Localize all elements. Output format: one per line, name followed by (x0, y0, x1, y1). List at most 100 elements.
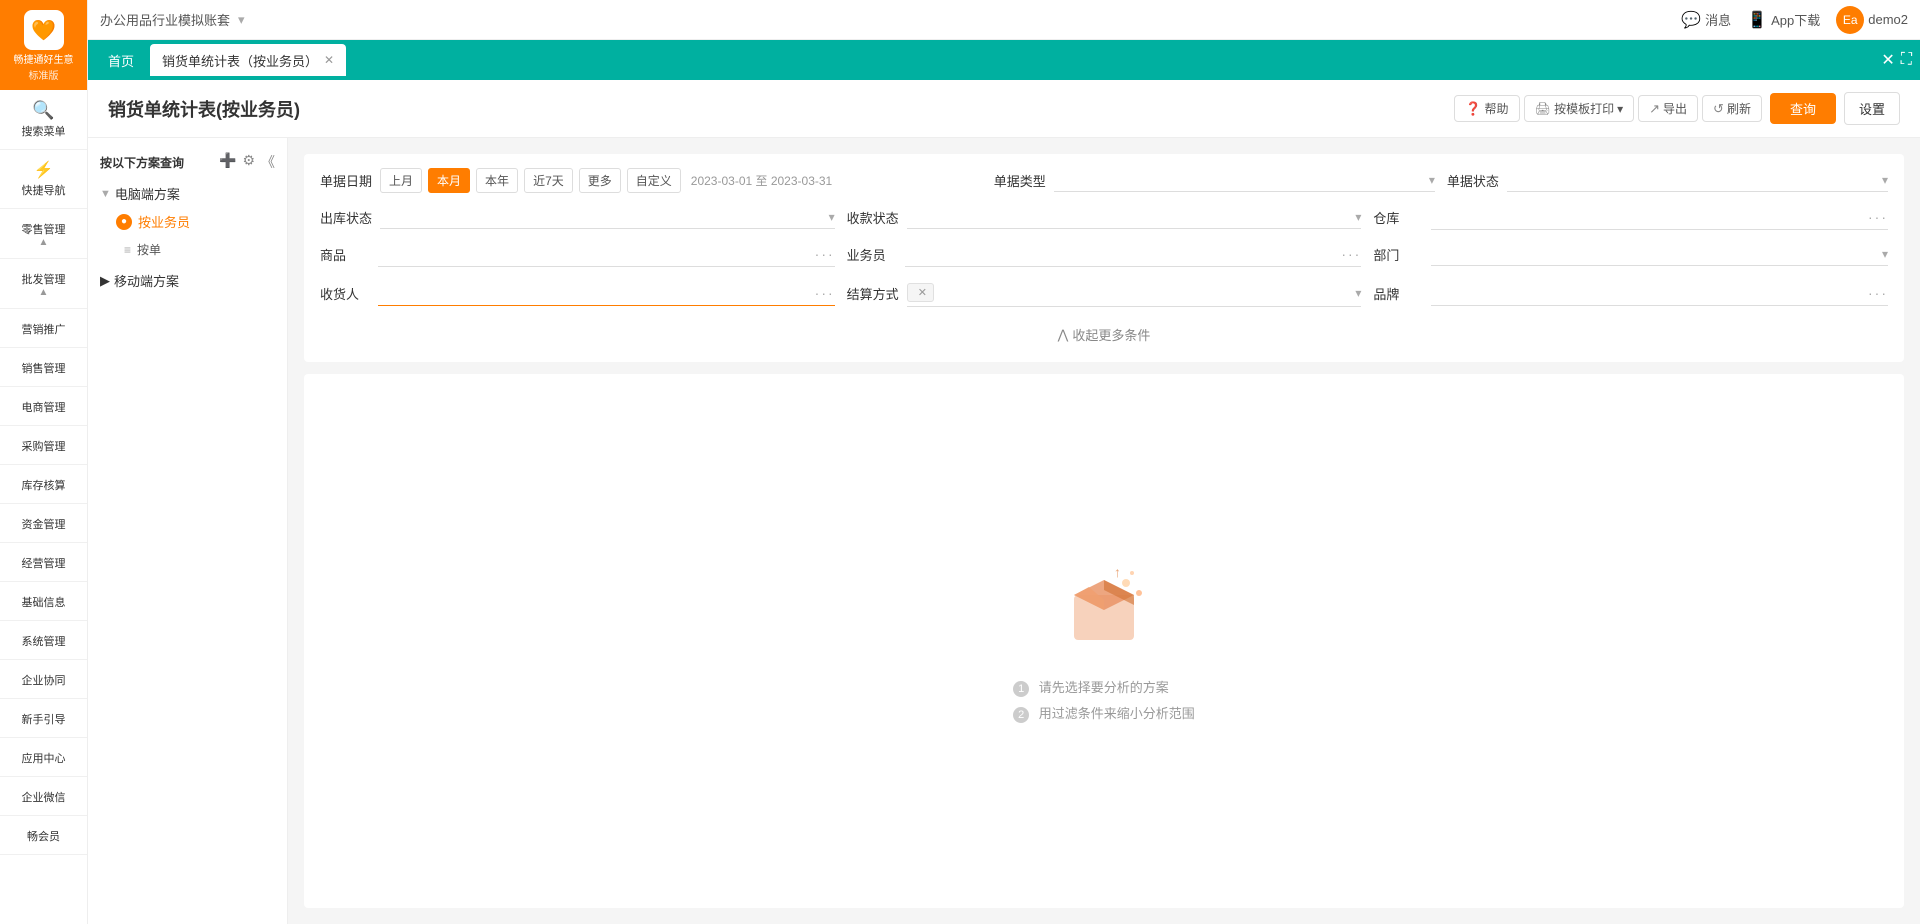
refresh-btn[interactable]: ↺ 刷新 (1702, 95, 1762, 122)
search-icon: 🔍 (32, 100, 54, 121)
scheme-by-order[interactable]: ≡ 按单 (88, 236, 287, 263)
tab-sales-stat[interactable]: 销货单统计表（按业务员） ✕ (150, 44, 346, 76)
doc-type-control[interactable]: ▾ (1054, 169, 1435, 192)
refresh-label: 刷新 (1727, 100, 1751, 117)
close-window-icon[interactable]: ✕ (1881, 50, 1894, 70)
collapse-btn[interactable]: ⋀ 收起更多条件 (320, 319, 1888, 354)
scheme-by-salesperson[interactable]: ● 按业务员 (88, 207, 287, 236)
more-icon: ··· (815, 246, 835, 262)
sidebar-item-ecommerce[interactable]: 电商管理 (0, 387, 87, 426)
salesperson-label: 业务员 (847, 245, 897, 264)
print-btn[interactable]: 🖨 按模板打印 ▾ (1524, 95, 1635, 122)
date-btn-this-year[interactable]: 本年 (476, 168, 518, 193)
filter-area: 单据日期 上月 本月 本年 近7天 更多 自定义 2023-03-01 至 20… (288, 138, 1920, 924)
tab-sales-stat-label: 销货单统计表（按业务员） (162, 51, 318, 70)
maximize-icon[interactable]: ⛶ (1901, 50, 1912, 70)
consignee-control[interactable]: ··· (378, 281, 835, 306)
user-avatar: Ea (1836, 6, 1864, 34)
content: 销货单统计表(按业务员) ❓ 帮助 🖨 按模板打印 ▾ ↗ 导出 (88, 80, 1920, 924)
sidebar-item-retail[interactable]: 零售管理 ▲ (0, 209, 87, 259)
brand-field: 品牌 ··· (1373, 281, 1888, 306)
add-scheme-icon[interactable]: ➕ (219, 152, 236, 172)
sidebar-item-stock[interactable]: 库存核算 (0, 465, 87, 504)
edit-scheme-icon[interactable]: ⚙ (242, 152, 255, 172)
goods-field: 商品 ··· (320, 242, 835, 267)
sidebar-item-collab[interactable]: 企业协同 (0, 660, 87, 699)
brand-control[interactable]: ··· (1431, 281, 1888, 306)
sidebar-item-quicknav[interactable]: ⚡ 快捷导航 (0, 150, 87, 209)
nav-icon: ⚡ (34, 160, 54, 180)
sidebar-item-wholesale[interactable]: 批发管理 ▲ (0, 259, 87, 309)
collapse-panel-icon[interactable]: 《 (261, 152, 275, 172)
nav-label: 快捷导航 (22, 182, 66, 198)
print-label: 按模板打印 (1554, 100, 1614, 117)
message-icon: 💬 (1681, 10, 1701, 30)
tab-expand-actions: ✕ ⛶ (1881, 50, 1912, 70)
page-actions: ❓ 帮助 🖨 按模板打印 ▾ ↗ 导出 ↺ 刷新 (1454, 92, 1900, 137)
doc-type-field: 单据类型 ▾ (994, 169, 1435, 192)
arrow-icon: ▲ (39, 287, 49, 298)
goods-control[interactable]: ··· (378, 242, 835, 267)
sidebar-item-wechat[interactable]: 企业微信 (0, 777, 87, 816)
department-control[interactable]: ▾ (1431, 243, 1888, 266)
warehouse-control[interactable]: ··· (1431, 205, 1888, 230)
pc-group-header[interactable]: ▼ 电脑端方案 (88, 180, 287, 207)
sidebar-item-guide[interactable]: 新手引导 (0, 699, 87, 738)
sidebar-item-basic[interactable]: 基础信息 (0, 582, 87, 621)
doc-status-control[interactable]: ▾ (1507, 169, 1888, 192)
sidebar-item-sales[interactable]: 销售管理 (0, 348, 87, 387)
payment-tag: ✕ (907, 283, 934, 302)
date-btn-last-month[interactable]: 上月 (380, 168, 422, 193)
panel-title: 按以下方案查询 (100, 154, 184, 171)
mobile-group-header[interactable]: ▶ 移动端方案 (88, 267, 287, 294)
sidebar: 🧡 畅捷通好生意 标准版 🔍 搜索菜单 ⚡ 快捷导航 零售管理 ▲ 批发管理 ▲… (0, 0, 88, 924)
page-title: 销货单统计表(按业务员) (108, 96, 300, 134)
date-btn-more[interactable]: 更多 (579, 168, 621, 193)
export-icon: ↗ (1649, 101, 1660, 117)
sidebar-item-system[interactable]: 系统管理 (0, 621, 87, 660)
salesperson-control[interactable]: ··· (905, 242, 1362, 267)
settings-button[interactable]: 设置 (1844, 92, 1900, 125)
logo-icon: 🧡 (24, 10, 64, 50)
scheme-order-label: 按单 (137, 241, 161, 258)
app-download-btn[interactable]: 📱 App下载 (1747, 10, 1820, 30)
out-status-control[interactable]: ▾ (380, 206, 835, 229)
date-btn-this-month[interactable]: 本月 (428, 168, 470, 193)
filter-row-4: 收货人 ··· 结算方式 ✕ (320, 279, 1888, 307)
pc-group-label: 电脑端方案 (115, 184, 180, 203)
sidebar-search[interactable]: 🔍 搜索菜单 (0, 90, 87, 150)
tab-close-icon[interactable]: ✕ (324, 53, 334, 67)
search-button[interactable]: 查询 (1770, 93, 1836, 124)
tab-home[interactable]: 首页 (96, 44, 146, 76)
arrow-icon: ▲ (39, 237, 49, 248)
sidebar-item-operation[interactable]: 经营管理 (0, 543, 87, 582)
tag-close-icon[interactable]: ✕ (918, 286, 927, 299)
topbar: 办公用品行业模拟账套 ▾ 💬 消息 📱 App下载 Ea demo2 (88, 0, 1920, 40)
empty-tip-1: 1 请先选择要分析的方案 (1013, 675, 1195, 701)
date-btn-custom[interactable]: 自定义 (627, 168, 681, 193)
message-btn[interactable]: 💬 消息 (1681, 10, 1731, 30)
dropdown-icon[interactable]: ▾ (238, 12, 245, 28)
sidebar-item-member[interactable]: 畅会员 (0, 816, 87, 855)
download-icon: 📱 (1747, 10, 1767, 30)
print-dropdown-icon[interactable]: ▾ (1617, 102, 1623, 116)
sidebar-item-appstore[interactable]: 应用中心 (0, 738, 87, 777)
payment-control[interactable]: ✕ ▾ (907, 279, 1362, 307)
left-panel: 按以下方案查询 ➕ ⚙ 《 ▼ 电脑端方案 ● 按业务员 (88, 138, 288, 924)
more-icon: ··· (1868, 285, 1888, 301)
user-area[interactable]: Ea demo2 (1836, 6, 1908, 34)
dropdown-icon: ▾ (1882, 173, 1888, 187)
sidebar-item-purchase[interactable]: 采购管理 (0, 426, 87, 465)
date-btn-7days[interactable]: 近7天 (524, 168, 573, 193)
export-btn[interactable]: ↗ 导出 (1638, 95, 1698, 122)
dropdown-icon: ▾ (1355, 210, 1361, 224)
sidebar-item-finance[interactable]: 资金管理 (0, 504, 87, 543)
refresh-icon: ↺ (1713, 101, 1724, 117)
sidebar-item-marketing[interactable]: 营销推广 (0, 309, 87, 348)
consignee-label: 收货人 (320, 284, 370, 303)
recv-status-control[interactable]: ▾ (907, 206, 1362, 229)
date-label: 单据日期 (320, 171, 372, 190)
help-btn[interactable]: ❓ 帮助 (1454, 95, 1519, 122)
pc-scheme-group: ▼ 电脑端方案 ● 按业务员 ≡ 按单 (88, 180, 287, 263)
order-icon: ≡ (124, 243, 131, 257)
